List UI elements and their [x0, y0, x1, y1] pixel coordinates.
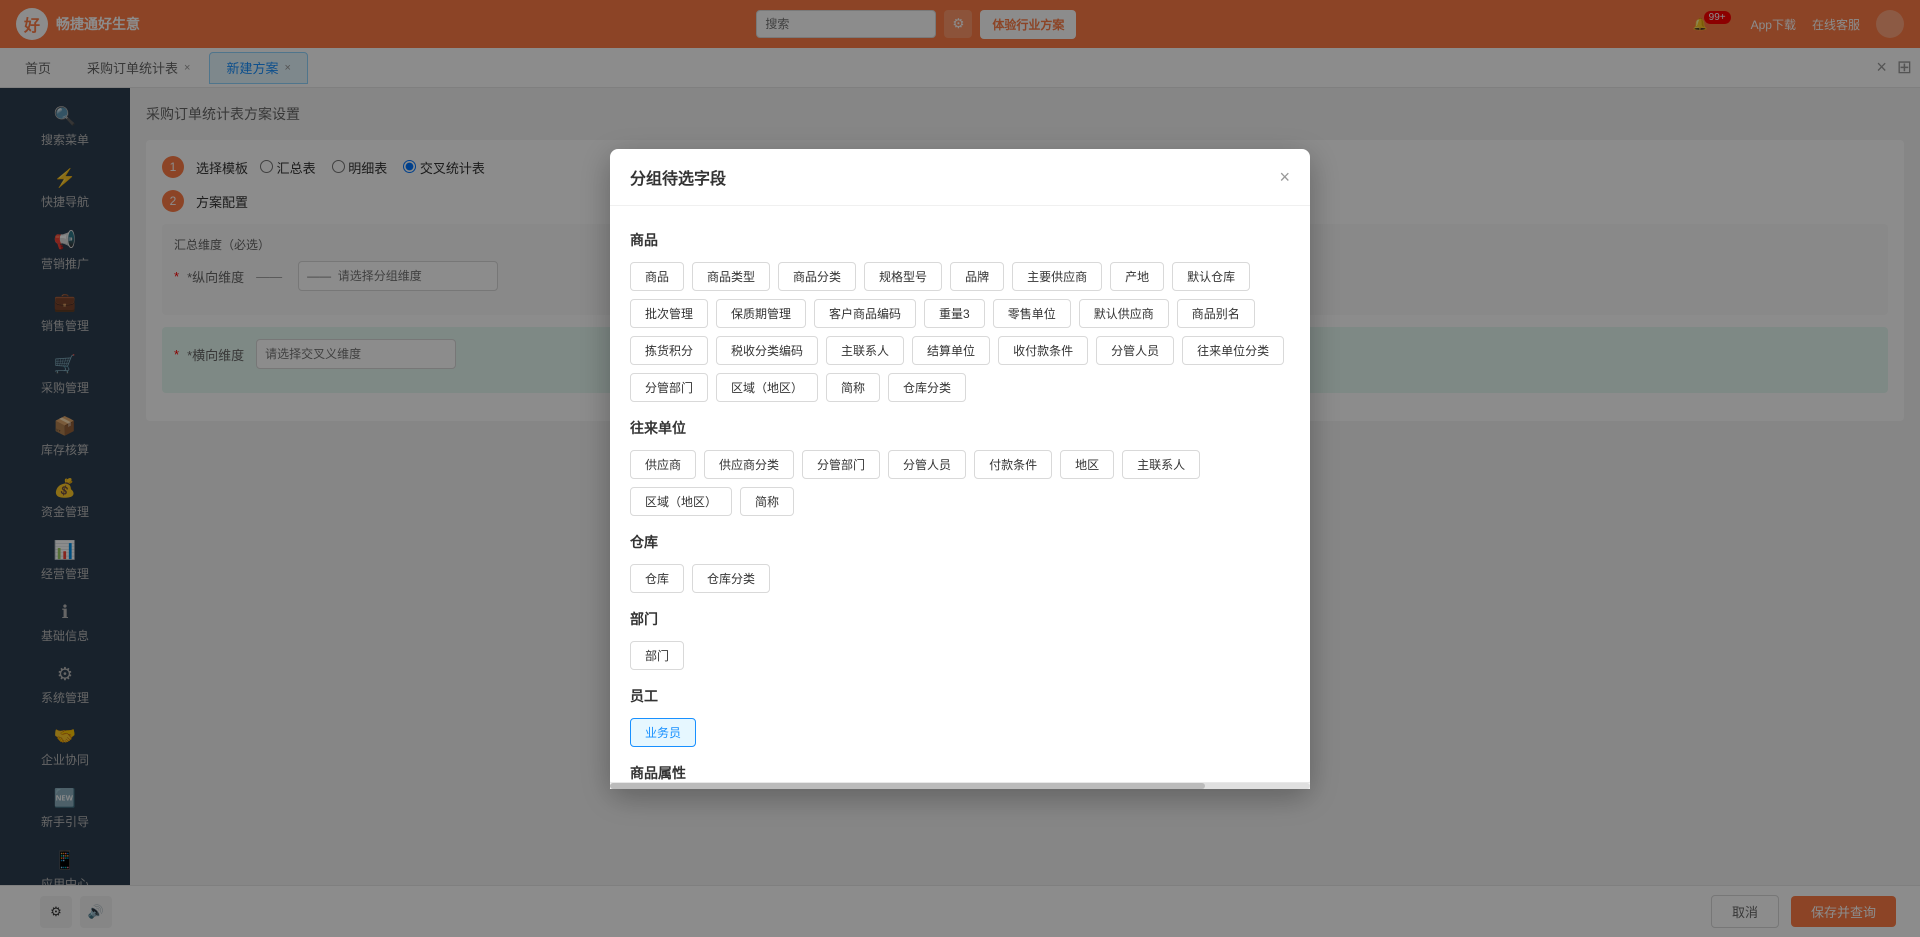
tag-person-mgmt[interactable]: 分管人员	[888, 450, 966, 479]
tag-product-alias[interactable]: 商品别名	[1177, 299, 1255, 328]
section-warehouse: 仓库 仓库 仓库分类	[630, 532, 1290, 593]
tag-tax-code[interactable]: 税收分类编码	[716, 336, 818, 365]
tag-dept-in-charge[interactable]: 分管部门	[630, 373, 708, 402]
tag-department[interactable]: 部门	[630, 641, 684, 670]
section-product-attr-title: 商品属性	[630, 763, 1290, 782]
horizontal-scrollbar[interactable]	[610, 782, 1310, 789]
tag-product-category[interactable]: 商品分类	[778, 262, 856, 291]
tag-weight[interactable]: 重量3	[924, 299, 985, 328]
tag-shelf-life[interactable]: 保质期管理	[716, 299, 806, 328]
tag-brand[interactable]: 品牌	[950, 262, 1004, 291]
tag-origin[interactable]: 产地	[1110, 262, 1164, 291]
tag-main-contact[interactable]: 主联系人	[826, 336, 904, 365]
tag-customer-code[interactable]: 客户商品编码	[814, 299, 916, 328]
modal-header: 分组待选字段 ×	[610, 149, 1310, 206]
tag-main-contact-cp[interactable]: 主联系人	[1122, 450, 1200, 479]
tag-supervisor[interactable]: 分管人员	[1096, 336, 1174, 365]
tag-region[interactable]: 地区	[1060, 450, 1114, 479]
tag-short-name-cp[interactable]: 简称	[740, 487, 794, 516]
section-product-title: 商品	[630, 230, 1290, 250]
section-product-tags: 商品 商品类型 商品分类 规格型号 品牌 主要供应商 产地 默认仓库 批次管理 …	[630, 262, 1290, 402]
modal-title: 分组待选字段	[630, 165, 726, 189]
tag-settlement-unit[interactable]: 结算单位	[912, 336, 990, 365]
modal-close-button[interactable]: ×	[1279, 168, 1290, 186]
tag-supplier[interactable]: 供应商	[630, 450, 696, 479]
section-department-title: 部门	[630, 609, 1290, 629]
modal-overlay: 分组待选字段 × 商品 商品 商品类型 商品分类 规格型号 品牌 主要供应商 产…	[0, 0, 1920, 937]
tag-pick-points[interactable]: 拣货积分	[630, 336, 708, 365]
section-counterpart: 往来单位 供应商 供应商分类 分管部门 分管人员 付款条件 地区 主联系人 区域…	[630, 418, 1290, 516]
section-product-attr: 商品属性 属性 颜色 多规格 尺码 鞋码 1	[630, 763, 1290, 782]
section-employee-tags: 业务员	[630, 718, 1290, 747]
section-counterpart-title: 往来单位	[630, 418, 1290, 438]
tag-spec-model[interactable]: 规格型号	[864, 262, 942, 291]
modal-body: 商品 商品 商品类型 商品分类 规格型号 品牌 主要供应商 产地 默认仓库 批次…	[610, 206, 1310, 782]
tag-short-name-product[interactable]: 简称	[826, 373, 880, 402]
tag-warehouse-category[interactable]: 仓库分类	[692, 564, 770, 593]
tag-region-product[interactable]: 区域（地区）	[716, 373, 818, 402]
section-product: 商品 商品 商品类型 商品分类 规格型号 品牌 主要供应商 产地 默认仓库 批次…	[630, 230, 1290, 402]
tag-payment-conditions[interactable]: 付款条件	[974, 450, 1052, 479]
tag-warehouse[interactable]: 仓库	[630, 564, 684, 593]
section-warehouse-tags: 仓库 仓库分类	[630, 564, 1290, 593]
section-employee: 员工 业务员	[630, 686, 1290, 747]
tag-retail-unit[interactable]: 零售单位	[993, 299, 1071, 328]
section-employee-title: 员工	[630, 686, 1290, 706]
section-department: 部门 部门	[630, 609, 1290, 670]
section-counterpart-tags: 供应商 供应商分类 分管部门 分管人员 付款条件 地区 主联系人 区域（地区） …	[630, 450, 1290, 516]
section-department-tags: 部门	[630, 641, 1290, 670]
tag-salesperson[interactable]: 业务员	[630, 718, 696, 747]
tag-counterpart-category[interactable]: 往来单位分类	[1182, 336, 1284, 365]
tag-batch-mgmt[interactable]: 批次管理	[630, 299, 708, 328]
section-warehouse-title: 仓库	[630, 532, 1290, 552]
tag-default-warehouse[interactable]: 默认仓库	[1172, 262, 1250, 291]
tag-main-supplier[interactable]: 主要供应商	[1012, 262, 1102, 291]
tag-warehouse-category-product[interactable]: 仓库分类	[888, 373, 966, 402]
field-select-modal: 分组待选字段 × 商品 商品 商品类型 商品分类 规格型号 品牌 主要供应商 产…	[610, 149, 1310, 789]
tag-dept-mgmt[interactable]: 分管部门	[802, 450, 880, 479]
tag-product-type[interactable]: 商品类型	[692, 262, 770, 291]
tag-product[interactable]: 商品	[630, 262, 684, 291]
tag-supplier-category[interactable]: 供应商分类	[704, 450, 794, 479]
tag-payment-terms[interactable]: 收付款条件	[998, 336, 1088, 365]
tag-area-region[interactable]: 区域（地区）	[630, 487, 732, 516]
tag-default-supplier[interactable]: 默认供应商	[1079, 299, 1169, 328]
